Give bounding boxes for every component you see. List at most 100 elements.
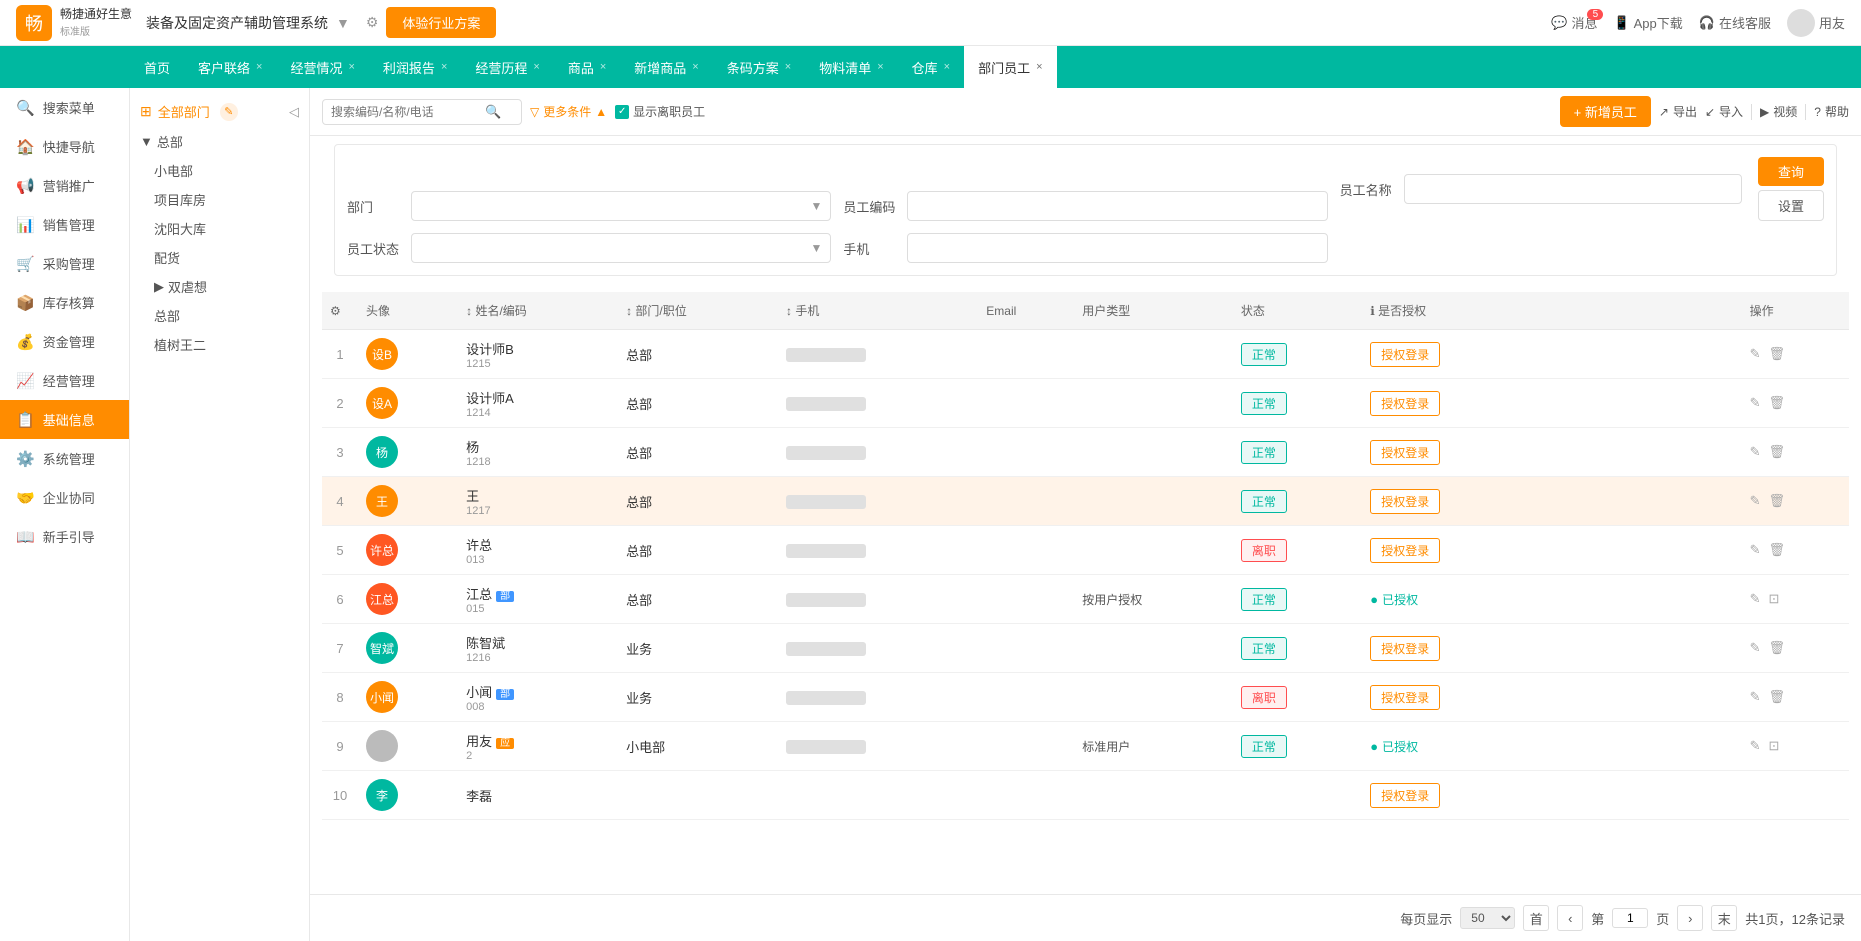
close-icon[interactable]: × xyxy=(533,61,539,73)
status-filter-select[interactable]: ▼ xyxy=(411,233,831,263)
page-size-select[interactable]: 50 100 200 xyxy=(1460,907,1515,929)
auth-btn[interactable]: 授权登录 xyxy=(1370,685,1440,710)
next-page-btn[interactable]: › xyxy=(1677,905,1703,931)
edit-icon[interactable]: ✎ xyxy=(1750,493,1761,508)
online-service-btn[interactable]: 🎧 在线客服 xyxy=(1699,13,1771,32)
close-icon[interactable]: × xyxy=(256,61,262,73)
help-btn[interactable]: ? 帮助 xyxy=(1814,103,1849,120)
edit-icon[interactable]: ✎ xyxy=(1750,738,1761,753)
sidebar-item-guide[interactable]: 📖 新手引导 xyxy=(0,517,129,556)
settings-icon[interactable]: ⚙ xyxy=(366,14,379,31)
tab-goods[interactable]: 商品 × xyxy=(554,46,620,88)
edit-icon[interactable]: ✎ xyxy=(1750,444,1761,459)
edit-icon[interactable]: ✎ xyxy=(1750,346,1761,361)
last-page-btn[interactable]: 末 xyxy=(1711,905,1737,931)
sidebar-item-marketing[interactable]: 📢 营销推广 xyxy=(0,166,129,205)
close-icon[interactable]: × xyxy=(692,61,698,73)
auth-btn[interactable]: 授权登录 xyxy=(1370,783,1440,808)
tab-bom[interactable]: 物料清单 × xyxy=(805,46,897,88)
delete-icon[interactable]: ⊡ xyxy=(1769,738,1780,753)
collapse-tree-btn[interactable]: ◁ xyxy=(289,104,299,120)
phone-filter-input[interactable] xyxy=(907,233,1327,263)
sidebar-item-system[interactable]: ⚙️ 系统管理 xyxy=(0,439,129,478)
tab-process[interactable]: 经营历程 × xyxy=(461,46,553,88)
app-download-btn[interactable]: 📱 App下载 xyxy=(1613,13,1682,32)
dept-item-projectroom[interactable]: 项目库房 xyxy=(130,185,309,214)
edit-icon[interactable]: ✎ xyxy=(1750,542,1761,557)
sidebar-item-nav[interactable]: 🏠 快捷导航 xyxy=(0,127,129,166)
trial-button[interactable]: 体验行业方案 xyxy=(386,7,496,38)
dept-edit-icon[interactable]: ✎ xyxy=(220,103,238,121)
show-resigned-toggle[interactable]: ✓ 显示离职员工 xyxy=(615,103,705,120)
tab-business[interactable]: 经营情况 × xyxy=(276,46,368,88)
close-icon[interactable]: × xyxy=(877,61,883,73)
delete-icon[interactable]: 🗑 xyxy=(1769,640,1786,655)
sidebar-item-collab[interactable]: 🤝 企业协同 xyxy=(0,478,129,517)
tab-barcode[interactable]: 条码方案 × xyxy=(713,46,805,88)
sidebar-item-search[interactable]: 🔍 搜索菜单 xyxy=(0,88,129,127)
search-icon[interactable]: 🔍 xyxy=(485,104,501,120)
delete-icon[interactable]: 🗑 xyxy=(1769,493,1786,508)
search-input[interactable] xyxy=(331,105,481,119)
dept-filter-select[interactable]: ▼ xyxy=(411,191,831,221)
delete-icon[interactable]: 🗑 xyxy=(1769,346,1786,361)
tab-employee[interactable]: 部门员工 × xyxy=(964,46,1056,88)
delete-icon[interactable]: 🗑 xyxy=(1769,395,1786,410)
close-icon[interactable]: × xyxy=(785,61,791,73)
dept-item-shenyang[interactable]: 沈阳大库 xyxy=(130,214,309,243)
add-employee-btn[interactable]: + 新增员工 xyxy=(1560,96,1651,127)
sidebar-item-sales[interactable]: 📊 销售管理 xyxy=(0,205,129,244)
auth-btn[interactable]: 授权登录 xyxy=(1370,636,1440,661)
search-box[interactable]: 🔍 xyxy=(322,99,522,125)
edit-icon[interactable]: ✎ xyxy=(1750,395,1761,410)
tab-warehouse[interactable]: 仓库 × xyxy=(898,46,964,88)
close-icon[interactable]: × xyxy=(348,61,354,73)
close-icon[interactable]: × xyxy=(1036,61,1042,73)
code-filter-input[interactable] xyxy=(907,191,1327,221)
sidebar-item-purchase[interactable]: 🛒 采购管理 xyxy=(0,244,129,283)
edit-icon[interactable]: ✎ xyxy=(1750,640,1761,655)
prev-page-btn[interactable]: ‹ xyxy=(1557,905,1583,931)
close-icon[interactable]: × xyxy=(441,61,447,73)
first-page-btn[interactable]: 首 xyxy=(1523,905,1549,931)
col-name[interactable]: ↕ 姓名/编码 xyxy=(458,292,618,330)
view-btn[interactable]: ▶ 视频 xyxy=(1760,103,1797,120)
sidebar-item-finance[interactable]: 💰 资金管理 xyxy=(0,322,129,361)
col-dept[interactable]: ↕ 部门/职位 xyxy=(618,292,778,330)
edit-icon[interactable]: ✎ xyxy=(1750,689,1761,704)
sidebar-item-inventory[interactable]: 📦 库存核算 xyxy=(0,283,129,322)
dept-item-headquarters2[interactable]: 总部 xyxy=(130,301,309,330)
tab-profit[interactable]: 利润报告 × xyxy=(369,46,461,88)
dept-item-plant[interactable]: 植树王二 xyxy=(130,330,309,359)
auth-btn[interactable]: 授权登录 xyxy=(1370,440,1440,465)
sidebar-item-basic[interactable]: 📋 基础信息 xyxy=(0,400,129,439)
system-title-arrow[interactable]: ▼ xyxy=(336,15,350,31)
dept-item-distribution[interactable]: 配货 xyxy=(130,243,309,272)
page-number-input[interactable] xyxy=(1612,908,1648,928)
tab-add-goods[interactable]: 新增商品 × xyxy=(620,46,712,88)
auth-btn[interactable]: 授权登录 xyxy=(1370,391,1440,416)
sidebar-item-operation[interactable]: 📈 经营管理 xyxy=(0,361,129,400)
close-icon[interactable]: × xyxy=(600,61,606,73)
auth-btn[interactable]: 授权登录 xyxy=(1370,489,1440,514)
reset-btn[interactable]: 设置 xyxy=(1758,190,1824,221)
export-btn[interactable]: ↗ 导出 xyxy=(1659,103,1697,120)
delete-icon[interactable]: 🗑 xyxy=(1769,542,1786,557)
query-btn[interactable]: 查询 xyxy=(1758,157,1824,186)
auth-btn[interactable]: 授权登录 xyxy=(1370,538,1440,563)
dept-item-headquarters[interactable]: ▼ 总部 xyxy=(130,127,309,156)
user-avatar-btn[interactable]: 用友 xyxy=(1787,9,1845,37)
message-btn[interactable]: 💬 5 消息 xyxy=(1551,13,1597,32)
more-filter-btn[interactable]: ▽ 更多条件 ▲ xyxy=(530,103,607,120)
col-settings[interactable]: ⚙ xyxy=(322,292,358,330)
close-icon[interactable]: × xyxy=(944,61,950,73)
dept-item-electronics[interactable]: 小电部 xyxy=(130,156,309,185)
name-filter-input[interactable] xyxy=(1404,174,1742,204)
edit-icon[interactable]: ✎ xyxy=(1750,591,1761,606)
import-btn[interactable]: ↙ 导入 xyxy=(1705,103,1743,120)
col-phone[interactable]: ↕ 手机 xyxy=(778,292,978,330)
delete-icon[interactable]: 🗑 xyxy=(1769,444,1786,459)
tab-customer[interactable]: 客户联络 × xyxy=(184,46,276,88)
tab-home[interactable]: 首页 xyxy=(130,46,184,88)
auth-btn[interactable]: 授权登录 xyxy=(1370,342,1440,367)
